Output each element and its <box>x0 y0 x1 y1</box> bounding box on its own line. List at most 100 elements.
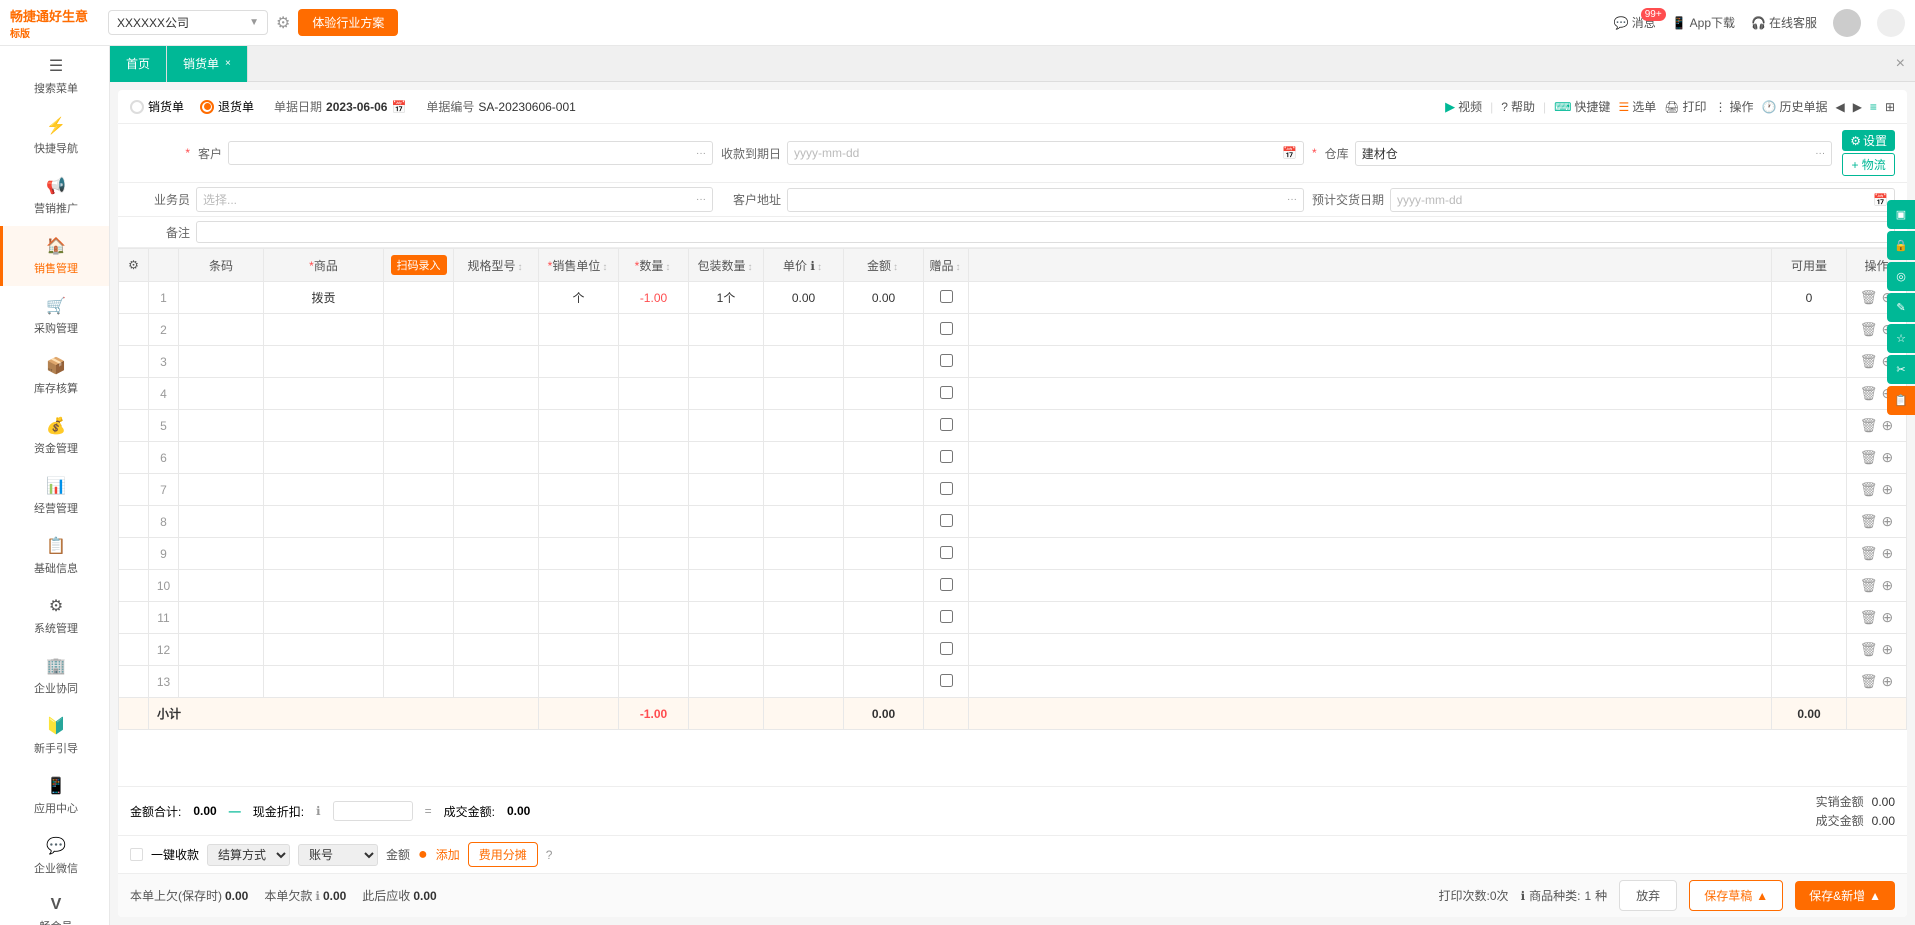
row-goods[interactable]: 拨贡 <box>264 282 384 314</box>
copy-icon[interactable]: ⊕ <box>1882 545 1894 562</box>
th-settings[interactable]: ⚙ <box>119 249 149 282</box>
radio-return[interactable]: 退货单 <box>200 98 254 115</box>
addr-dots[interactable]: ··· <box>1287 194 1297 205</box>
sidebar-item-purchase[interactable]: 🛒 采购管理 <box>0 286 109 346</box>
warehouse-input[interactable]: 建材仓 ··· <box>1355 141 1833 166</box>
history-btn[interactable]: 🕐 历史单据 <box>1761 98 1827 115</box>
help-btn[interactable]: ? 帮助 <box>1501 98 1535 115</box>
gift-checkbox[interactable] <box>940 450 953 463</box>
due-date-input[interactable]: yyyy-mm-dd 📅 <box>787 141 1304 165</box>
trial-button[interactable]: 体验行业方案 <box>298 9 398 36</box>
gift-checkbox[interactable] <box>940 482 953 495</box>
delete-icon[interactable]: 🗑 <box>1860 609 1878 626</box>
row-spec[interactable] <box>454 282 539 314</box>
operate-btn[interactable]: ⋮ 操作 <box>1714 98 1753 115</box>
sidebar-item-search-order[interactable]: ☰ 搜索菜单 <box>0 46 109 106</box>
rf-btn-5[interactable]: ☆ <box>1887 324 1915 353</box>
copy-icon[interactable]: ⊕ <box>1882 673 1894 690</box>
rf-btn-7[interactable]: 📋 <box>1887 386 1915 415</box>
tab-home[interactable]: 首页 <box>110 46 167 82</box>
row-gift[interactable] <box>924 282 969 314</box>
row-unit[interactable]: 个 <box>539 282 619 314</box>
copy-icon[interactable]: ⊕ <box>1882 449 1894 466</box>
rf-btn-3[interactable]: ◎ <box>1887 262 1915 291</box>
row-barcode[interactable] <box>179 282 264 314</box>
discount-input[interactable] <box>333 801 413 821</box>
copy-icon[interactable]: ⊕ <box>1882 417 1894 434</box>
copy-icon[interactable]: ⊕ <box>1882 577 1894 594</box>
radio-sales[interactable]: 销货单 <box>130 98 184 115</box>
expected-date-input[interactable]: yyyy-mm-dd 📅 <box>1390 188 1895 212</box>
message-button[interactable]: 💬 消息 99+ <box>1614 14 1656 31</box>
row-pkgqty[interactable]: 1个 <box>689 282 764 314</box>
sidebar-item-vip[interactable]: V 畅会员 <box>0 886 109 925</box>
one-click-pay-checkbox[interactable] <box>130 848 143 861</box>
row-amount[interactable]: 0.00 <box>844 282 924 314</box>
delete-icon[interactable]: 🗑 <box>1860 321 1878 338</box>
save-draft-btn[interactable]: 保存草稿 ▲ <box>1689 880 1783 911</box>
save-new-btn[interactable]: 保存&新增 ▲ <box>1795 881 1895 910</box>
calendar-icon[interactable]: 📅 <box>391 100 406 114</box>
gift-checkbox[interactable] <box>940 546 953 559</box>
gift-checkbox[interactable] <box>940 290 953 303</box>
abandon-btn[interactable]: 放弃 <box>1619 880 1677 911</box>
salesperson-dots[interactable]: ··· <box>696 194 706 205</box>
account-select[interactable]: 账号 <box>298 844 378 866</box>
gift-checkbox[interactable] <box>940 674 953 687</box>
calc-method-select[interactable]: 结算方式 <box>207 844 290 866</box>
rf-btn-1[interactable]: ▣ <box>1887 200 1915 229</box>
sidebar-item-marketing[interactable]: 📢 营销推广 <box>0 166 109 226</box>
copy-icon[interactable]: ⊕ <box>1882 609 1894 626</box>
delete-icon[interactable]: 🗑 <box>1860 385 1878 402</box>
delete-icon[interactable]: 🗑 <box>1860 289 1878 306</box>
gift-checkbox[interactable] <box>940 610 953 623</box>
copy-icon[interactable]: ⊕ <box>1882 641 1894 658</box>
sidebar-item-enterprise[interactable]: 🏢 企业协同 <box>0 646 109 706</box>
warehouse-dots[interactable]: ··· <box>1815 148 1825 159</box>
row-price[interactable]: 0.00 <box>764 282 844 314</box>
sidebar-item-system[interactable]: ⚙ 系统管理 <box>0 586 109 646</box>
row-qty[interactable]: -1.00 <box>619 282 689 314</box>
settings-btn[interactable]: ⚙ 设置 <box>1842 130 1895 151</box>
grid-view-btn[interactable]: ⊞ <box>1885 100 1895 114</box>
select-order-btn[interactable]: ☰ 选单 <box>1618 98 1656 115</box>
sidebar-item-quick-nav[interactable]: ⚡ 快捷导航 <box>0 106 109 166</box>
customer-addr-input[interactable]: ··· <box>787 188 1304 212</box>
sidebar-item-wechat[interactable]: 💬 企业微信 <box>0 826 109 886</box>
sidebar-item-app-center[interactable]: 📱 应用中心 <box>0 766 109 826</box>
gift-checkbox[interactable] <box>940 354 953 367</box>
avatar[interactable] <box>1833 9 1861 37</box>
delete-icon[interactable]: 🗑 <box>1860 545 1878 562</box>
copy-icon[interactable]: ⊕ <box>1882 481 1894 498</box>
scan-btn[interactable]: 扫码录入 <box>391 255 447 275</box>
sidebar-item-basic-info[interactable]: 📋 基础信息 <box>0 526 109 586</box>
rf-btn-2[interactable]: 🔒 <box>1887 231 1915 260</box>
customer-input[interactable]: ··· <box>228 141 713 165</box>
company-selector[interactable]: XXXXXX公司 ▼ <box>108 10 268 35</box>
gift-checkbox[interactable] <box>940 642 953 655</box>
gift-checkbox[interactable] <box>940 418 953 431</box>
delete-icon[interactable]: 🗑 <box>1860 641 1878 658</box>
delete-icon[interactable]: 🗑 <box>1860 577 1878 594</box>
print-btn[interactable]: 🖨 打印 <box>1664 98 1706 115</box>
tab-close-icon[interactable]: × <box>225 58 231 69</box>
prev-btn[interactable]: ◀ <box>1835 100 1844 114</box>
add-payment-btn[interactable]: ● <box>418 846 428 864</box>
delete-icon[interactable]: 🗑 <box>1860 513 1878 530</box>
remark-input[interactable] <box>196 221 1895 243</box>
gift-checkbox[interactable] <box>940 386 953 399</box>
tab-sales-order[interactable]: 销货单 × <box>167 46 248 82</box>
user-settings[interactable] <box>1877 9 1905 37</box>
expense-split-btn[interactable]: 费用分摊 <box>468 842 538 867</box>
video-btn[interactable]: ▶ 视频 <box>1445 98 1482 115</box>
sidebar-item-finance[interactable]: 💰 资金管理 <box>0 406 109 466</box>
online-service-button[interactable]: 🎧 在线客服 <box>1751 14 1817 31</box>
app-download-button[interactable]: 📱 App下载 <box>1672 14 1735 31</box>
delete-icon[interactable]: 🗑 <box>1860 449 1878 466</box>
delete-icon[interactable]: 🗑 <box>1860 673 1878 690</box>
sidebar-item-guide[interactable]: 🔰 新手引导 <box>0 706 109 766</box>
logistics-btn[interactable]: + 物流 <box>1842 153 1895 176</box>
sidebar-item-operation[interactable]: 📊 经营管理 <box>0 466 109 526</box>
rf-btn-6[interactable]: ✂ <box>1887 355 1915 384</box>
discount-minus[interactable]: — <box>229 804 241 818</box>
